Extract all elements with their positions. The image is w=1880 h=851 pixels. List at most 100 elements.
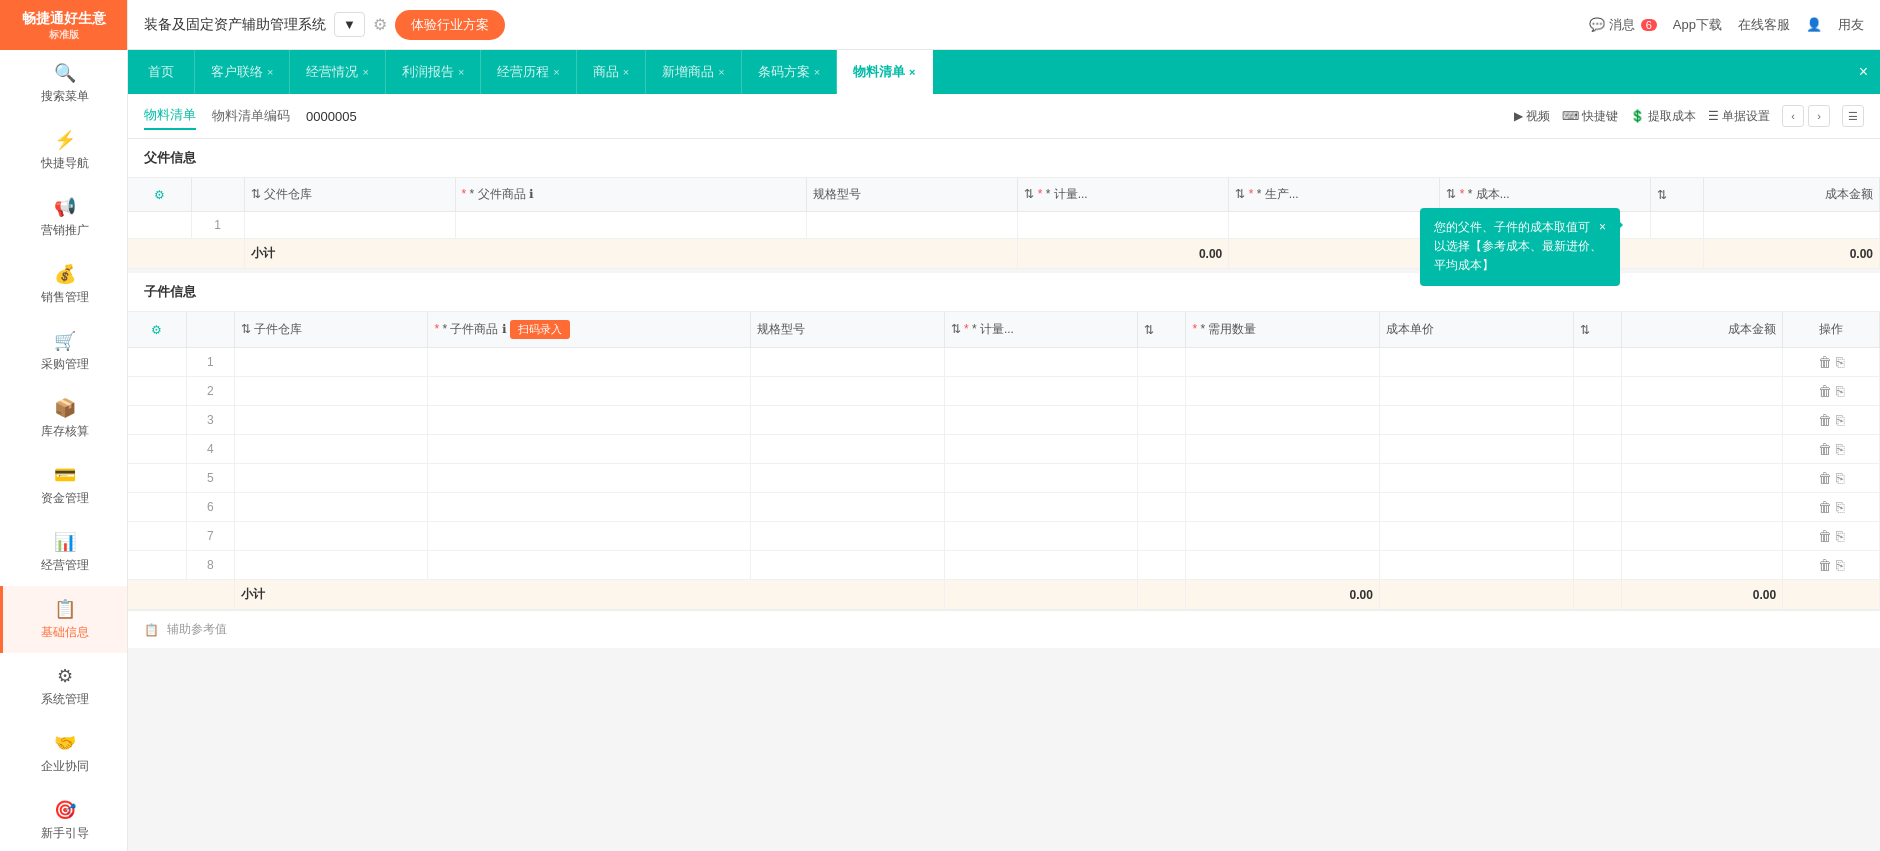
child-row4-unit-price[interactable] [1379,435,1573,464]
child-row7-unit[interactable] [944,522,1138,551]
child-row5-quantity[interactable] [1186,464,1380,493]
parent-unit-cell[interactable] [1018,212,1229,239]
scan-input-button[interactable]: 扫码录入 [510,320,570,339]
child-row8-quantity[interactable] [1186,551,1380,580]
tab-profit[interactable]: 利润报告 × [386,50,481,94]
tab-home[interactable]: 首页 [128,50,195,94]
action-single-setting[interactable]: ☰ 单据设置 [1708,108,1770,125]
tab-bom[interactable]: 物料清单 × [837,50,932,94]
child-row7-warehouse[interactable] [234,522,428,551]
child-row6-spec[interactable] [751,493,945,522]
child-row2-unit-price[interactable] [1379,377,1573,406]
child-row1-warehouse[interactable] [234,348,428,377]
copy-icon-8[interactable]: ⎘ [1836,557,1844,573]
action-shortcut[interactable]: ⌨ 快捷键 [1562,108,1618,125]
child-row4-warehouse[interactable] [234,435,428,464]
child-row6-product[interactable] [428,493,751,522]
parent-sort-cell[interactable] [1651,212,1704,239]
child-row1-sort[interactable] [1138,348,1186,377]
child-row4-quantity[interactable] [1186,435,1380,464]
child-row2-warehouse[interactable] [234,377,428,406]
child-row3-sort2[interactable] [1573,406,1621,435]
sub-tab-bom[interactable]: 物料清单 [144,102,196,130]
child-row2-quantity[interactable] [1186,377,1380,406]
child-row8-warehouse[interactable] [234,551,428,580]
sidebar-item-guide[interactable]: 🎯 新手引导 [0,787,127,851]
message-area[interactable]: 💬 消息 6 [1589,16,1656,34]
sidebar-item-search[interactable]: 🔍 搜索菜单 [0,50,127,117]
child-row8-unit[interactable] [944,551,1138,580]
app-download-link[interactable]: App下载 [1673,16,1722,34]
child-row6-unit-price[interactable] [1379,493,1573,522]
close-all-tabs[interactable]: × [1847,63,1880,81]
sidebar-item-system[interactable]: ⚙ 系统管理 [0,653,127,720]
copy-icon-5[interactable]: ⎘ [1836,470,1844,486]
parent-product-cell[interactable] [455,212,807,239]
child-row4-sort[interactable] [1138,435,1186,464]
child-row4-spec[interactable] [751,435,945,464]
delete-icon-6[interactable]: 🗑 [1818,499,1832,515]
child-row5-warehouse[interactable] [234,464,428,493]
child-row5-sort[interactable] [1138,464,1186,493]
copy-icon-6[interactable]: ⎘ [1836,499,1844,515]
child-row3-spec[interactable] [751,406,945,435]
tab-operation-close[interactable]: × [362,66,368,78]
sidebar-item-marketing[interactable]: 📢 营销推广 [0,184,127,251]
child-row5-product[interactable] [428,464,751,493]
sidebar-item-operations[interactable]: 📊 经营管理 [0,519,127,586]
child-row3-unit-price[interactable] [1379,406,1573,435]
child-row5-spec[interactable] [751,464,945,493]
child-row8-product[interactable] [428,551,751,580]
parent-settings-gear[interactable]: ⚙ [154,188,165,202]
child-row4-sort2[interactable] [1573,435,1621,464]
child-row3-unit[interactable] [944,406,1138,435]
tab-operation[interactable]: 经营情况 × [290,50,385,94]
child-row3-sort[interactable] [1138,406,1186,435]
tab-barcode-close[interactable]: × [814,66,820,78]
delete-icon-7[interactable]: 🗑 [1818,528,1832,544]
child-row2-spec[interactable] [751,377,945,406]
copy-icon-7[interactable]: ⎘ [1836,528,1844,544]
parent-spec-cell[interactable] [807,212,1018,239]
child-row5-unit[interactable] [944,464,1138,493]
child-row7-quantity[interactable] [1186,522,1380,551]
grid-view-btn[interactable]: ☰ [1842,105,1864,127]
child-row7-unit-price[interactable] [1379,522,1573,551]
child-row4-product[interactable] [428,435,751,464]
sidebar-item-quicknav[interactable]: ⚡ 快捷导航 [0,117,127,184]
tab-profit-close[interactable]: × [458,66,464,78]
sidebar-item-enterprise[interactable]: 🤝 企业协同 [0,720,127,787]
next-arrow[interactable]: › [1808,105,1830,127]
delete-icon-3[interactable]: 🗑 [1818,412,1832,428]
sidebar-item-finance[interactable]: 💳 资金管理 [0,452,127,519]
child-row3-quantity[interactable] [1186,406,1380,435]
prev-arrow[interactable]: ‹ [1782,105,1804,127]
child-row7-sort2[interactable] [1573,522,1621,551]
copy-icon-2[interactable]: ⎘ [1836,383,1844,399]
delete-icon-2[interactable]: 🗑 [1818,383,1832,399]
sub-tab-bom-code[interactable]: 物料清单编码 [212,103,290,129]
copy-icon-1[interactable]: ⎘ [1836,354,1844,370]
trial-button[interactable]: 体验行业方案 [395,10,505,40]
child-row8-unit-price[interactable] [1379,551,1573,580]
sidebar-item-basic-info[interactable]: 📋 基础信息 [0,586,127,653]
child-row1-unit-price[interactable] [1379,348,1573,377]
settings-icon[interactable]: ⚙ [373,15,387,34]
child-row4-unit[interactable] [944,435,1138,464]
online-service-link[interactable]: 在线客服 [1738,16,1790,34]
child-row6-unit[interactable] [944,493,1138,522]
delete-icon-8[interactable]: 🗑 [1818,557,1832,573]
child-row2-sort2[interactable] [1573,377,1621,406]
tab-goods-close[interactable]: × [623,66,629,78]
child-row2-sort[interactable] [1138,377,1186,406]
child-row1-sort2[interactable] [1573,348,1621,377]
system-dropdown[interactable]: ▼ [334,12,365,37]
child-row6-quantity[interactable] [1186,493,1380,522]
tab-history-close[interactable]: × [553,66,559,78]
child-row8-sort[interactable] [1138,551,1186,580]
child-settings-gear[interactable]: ⚙ [151,323,162,337]
delete-icon-1[interactable]: 🗑 [1818,354,1832,370]
parent-production-cell[interactable] [1229,212,1440,239]
child-row7-sort[interactable] [1138,522,1186,551]
action-extract-cost[interactable]: 💲 提取成本 [1630,108,1696,125]
